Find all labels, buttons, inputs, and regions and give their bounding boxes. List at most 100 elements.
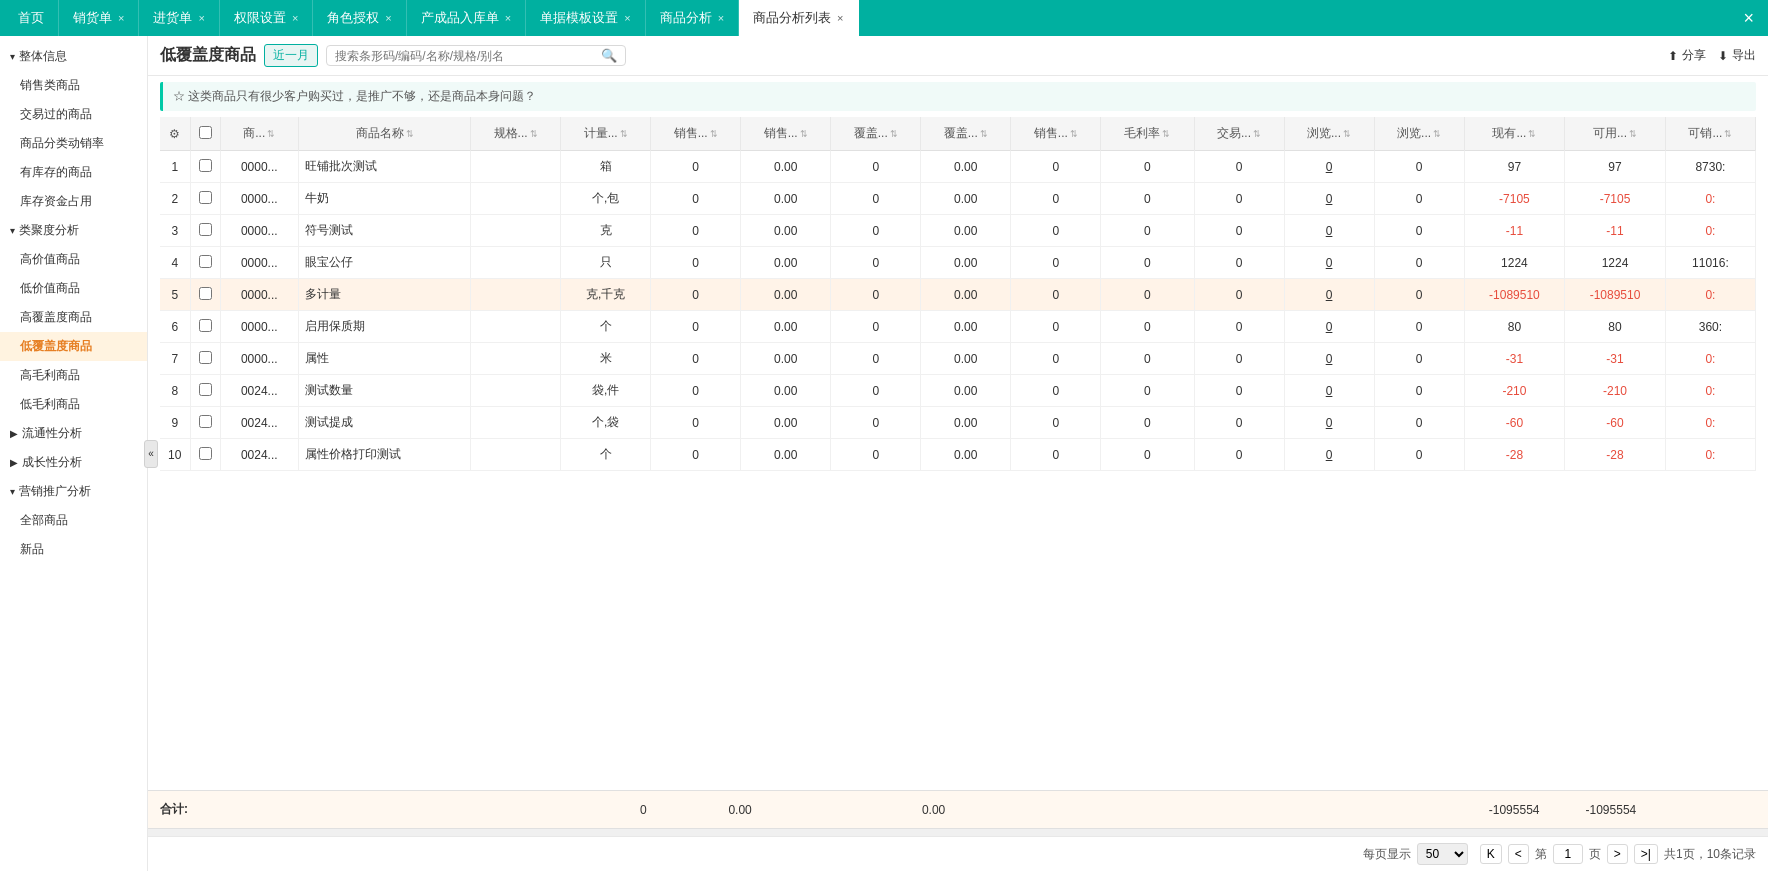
sidebar-item-low-margin[interactable]: 低毛利商品 — [0, 390, 147, 419]
row-name[interactable]: 眼宝公仔 — [298, 247, 470, 279]
browse1-column-header[interactable]: 浏览... ⇅ — [1284, 117, 1374, 151]
browse2-column-header[interactable]: 浏览... ⇅ — [1374, 117, 1464, 151]
row-name[interactable]: 测试数量 — [298, 375, 470, 407]
tab-finished-goods[interactable]: 产成品入库单 × — [407, 0, 526, 36]
close-tab-permission[interactable]: × — [292, 12, 298, 24]
row-checkbox[interactable] — [190, 311, 220, 343]
saleable-column-header[interactable]: 可销... ⇅ — [1665, 117, 1755, 151]
sidebar-group-growth[interactable]: ▶ 成长性分析 — [0, 448, 147, 477]
row-checkbox[interactable] — [190, 279, 220, 311]
product-table-container[interactable]: ⚙ 商... ⇅ 商品名称 — [148, 117, 1768, 790]
sidebar-group-cluster[interactable]: ▾ 类聚度分析 — [0, 216, 147, 245]
row-name[interactable]: 多计量 — [298, 279, 470, 311]
trade-column-header[interactable]: 交易... ⇅ — [1194, 117, 1284, 151]
spec-column-header[interactable]: 规格... ⇅ — [471, 117, 561, 151]
last-page-button[interactable]: >| — [1634, 844, 1658, 864]
tab-product-analysis[interactable]: 商品分析 × — [646, 0, 739, 36]
coverage1-column-header[interactable]: 覆盖... ⇅ — [831, 117, 921, 151]
tab-purchase-order[interactable]: 进货单 × — [139, 0, 219, 36]
time-filter-button[interactable]: 近一月 — [264, 44, 318, 67]
close-tab-analysis[interactable]: × — [718, 12, 724, 24]
close-tab-analysis-list[interactable]: × — [837, 12, 843, 24]
sidebar-item-category-sales-rate[interactable]: 商品分类动销率 — [0, 129, 147, 158]
export-button[interactable]: ⬇ 导出 — [1718, 47, 1756, 64]
code-column-header[interactable]: 商... ⇅ — [220, 117, 298, 151]
page-number-input[interactable] — [1553, 844, 1583, 864]
row-name[interactable]: 符号测试 — [298, 215, 470, 247]
sidebar-item-high-margin[interactable]: 高毛利商品 — [0, 361, 147, 390]
next-page-button[interactable]: > — [1607, 844, 1628, 864]
checkbox-column-header[interactable] — [190, 117, 220, 151]
sidebar-group-circulation[interactable]: ▶ 流通性分析 — [0, 419, 147, 448]
row-checkbox[interactable] — [190, 247, 220, 279]
sidebar-item-low-value[interactable]: 低价值商品 — [0, 274, 147, 303]
sidebar-item-high-coverage[interactable]: 高覆盖度商品 — [0, 303, 147, 332]
row-name[interactable]: 牛奶 — [298, 183, 470, 215]
row-browse1[interactable]: 0 — [1284, 279, 1374, 311]
first-page-button[interactable]: K — [1480, 844, 1502, 864]
row-browse1[interactable]: 0 — [1284, 343, 1374, 375]
row-browse1[interactable]: 0 — [1284, 247, 1374, 279]
row-name[interactable]: 测试提成 — [298, 407, 470, 439]
sidebar-item-traded-products[interactable]: 交易过的商品 — [0, 100, 147, 129]
row-name[interactable]: 属性 — [298, 343, 470, 375]
prev-page-button[interactable]: < — [1508, 844, 1529, 864]
sidebar-group-overall[interactable]: ▾ 整体信息 — [0, 42, 147, 71]
close-tab-role[interactable]: × — [385, 12, 391, 24]
row-checkbox[interactable] — [190, 407, 220, 439]
tab-home[interactable]: 首页 — [4, 0, 59, 36]
tab-permission-settings[interactable]: 权限设置 × — [220, 0, 313, 36]
unit-column-header[interactable]: 计量... ⇅ — [561, 117, 651, 151]
row-browse1[interactable]: 0 — [1284, 375, 1374, 407]
row-browse1[interactable]: 0 — [1284, 183, 1374, 215]
row-gross: 0 — [1101, 311, 1194, 343]
available-column-header[interactable]: 可用... ⇅ — [1565, 117, 1666, 151]
sidebar-item-new-products[interactable]: 新品 — [0, 535, 147, 564]
sidebar-item-in-stock[interactable]: 有库存的商品 — [0, 158, 147, 187]
row-name[interactable]: 旺铺批次测试 — [298, 151, 470, 183]
tab-product-analysis-list[interactable]: 商品分析列表 × — [739, 0, 858, 36]
row-name[interactable]: 启用保质期 — [298, 311, 470, 343]
settings-icon[interactable]: ⚙ — [169, 127, 180, 141]
gross-column-header[interactable]: 毛利率 ⇅ — [1101, 117, 1194, 151]
row-browse1[interactable]: 0 — [1284, 311, 1374, 343]
share-button[interactable]: ⬆ 分享 — [1668, 47, 1706, 64]
stock-column-header[interactable]: 现有... ⇅ — [1464, 117, 1565, 151]
per-page-select[interactable]: 50 20 100 200 — [1417, 843, 1468, 865]
row-name[interactable]: 属性价格打印测试 — [298, 439, 470, 471]
close-tab-sales-order[interactable]: × — [118, 12, 124, 24]
sidebar-group-marketing[interactable]: ▾ 营销推广分析 — [0, 477, 147, 506]
sidebar-item-high-value[interactable]: 高价值商品 — [0, 245, 147, 274]
row-browse1[interactable]: 0 — [1284, 151, 1374, 183]
row-checkbox[interactable] — [190, 215, 220, 247]
sidebar-item-low-coverage[interactable]: 低覆盖度商品 — [0, 332, 147, 361]
sidebar-item-sales-products[interactable]: 销售类商品 — [0, 71, 147, 100]
row-checkbox[interactable] — [190, 183, 220, 215]
tab-template-settings[interactable]: 单据模板设置 × — [526, 0, 645, 36]
tab-role-auth[interactable]: 角色授权 × — [313, 0, 406, 36]
name-column-header[interactable]: 商品名称 ⇅ — [298, 117, 470, 151]
search-input[interactable] — [335, 49, 601, 63]
coverage2-column-header[interactable]: 覆盖... ⇅ — [921, 117, 1011, 151]
sales-amt-column-header[interactable]: 销售... ⇅ — [741, 117, 831, 151]
sidebar-item-stock-capital[interactable]: 库存资金占用 — [0, 187, 147, 216]
row-checkbox[interactable] — [190, 439, 220, 471]
horizontal-scrollbar[interactable] — [148, 828, 1768, 836]
select-all-checkbox[interactable] — [199, 126, 212, 139]
row-browse1[interactable]: 0 — [1284, 439, 1374, 471]
row-checkbox[interactable] — [190, 375, 220, 407]
sidebar-item-all-products[interactable]: 全部商品 — [0, 506, 147, 535]
row-browse1[interactable]: 0 — [1284, 407, 1374, 439]
tab-sales-order[interactable]: 销货单 × — [59, 0, 139, 36]
row-checkbox[interactable] — [190, 343, 220, 375]
row-checkbox[interactable] — [190, 151, 220, 183]
sales3-column-header[interactable]: 销售... ⇅ — [1011, 117, 1101, 151]
settings-column-header[interactable]: ⚙ — [160, 117, 190, 151]
row-browse1[interactable]: 0 — [1284, 215, 1374, 247]
close-tab-finished[interactable]: × — [505, 12, 511, 24]
sidebar-collapse-button[interactable]: « — [144, 440, 158, 468]
close-tab-template[interactable]: × — [624, 12, 630, 24]
close-tab-purchase[interactable]: × — [198, 12, 204, 24]
sales-qty-column-header[interactable]: 销售... ⇅ — [651, 117, 741, 151]
window-close-button[interactable]: × — [1733, 8, 1764, 29]
